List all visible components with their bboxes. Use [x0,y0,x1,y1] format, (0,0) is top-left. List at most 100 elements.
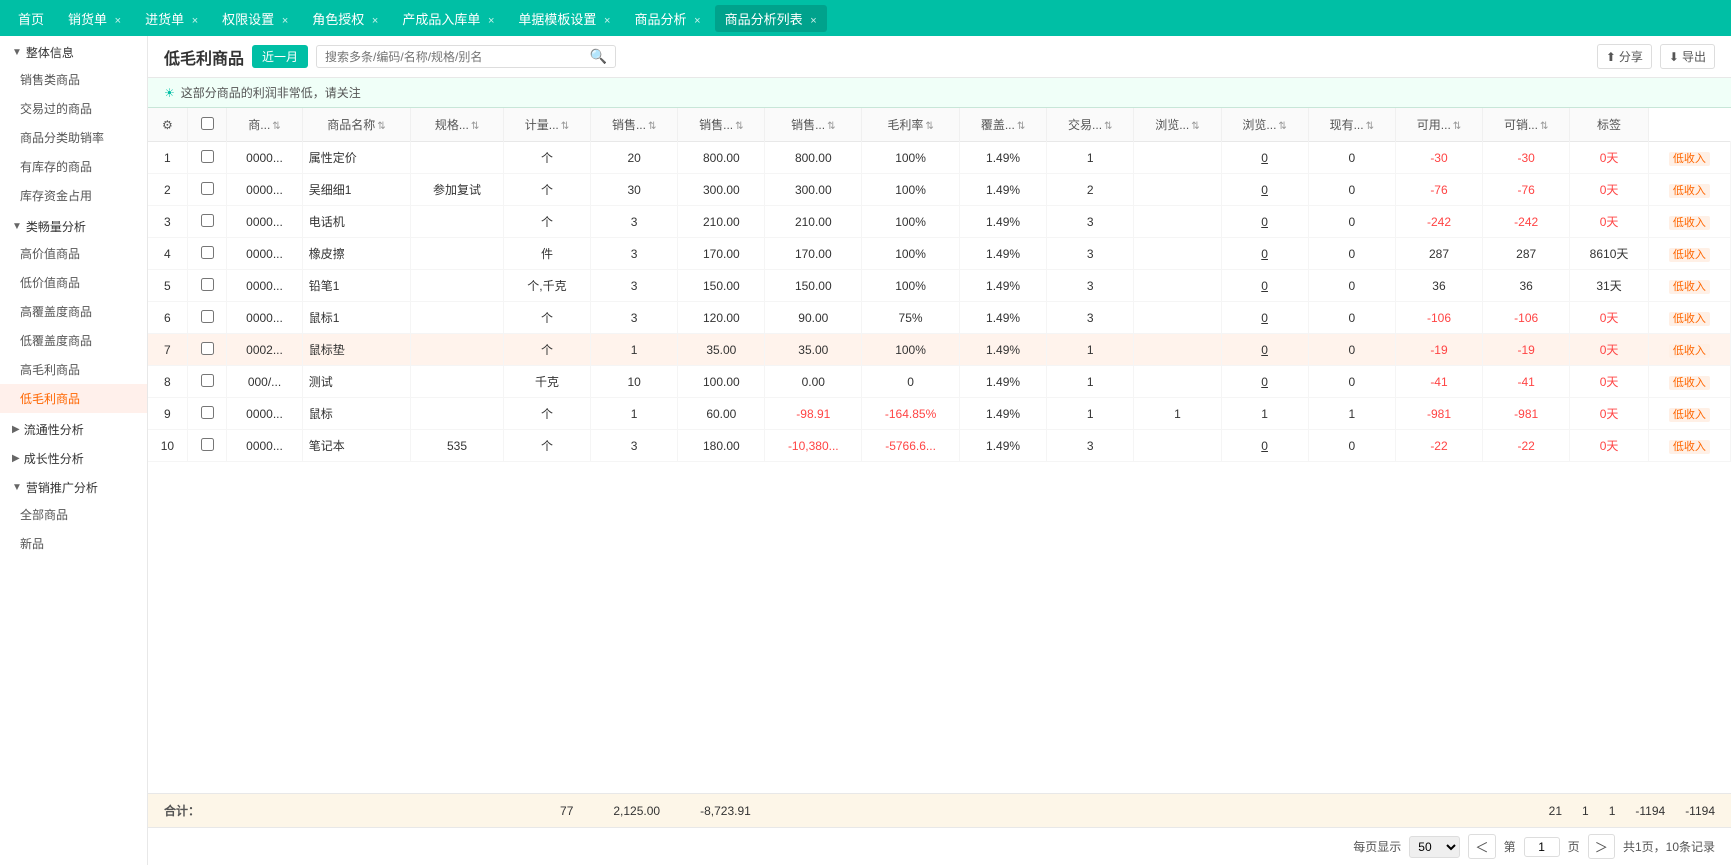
col-browse2[interactable]: 浏览...⇅ [1221,108,1308,142]
col-coverage[interactable]: 覆盖...⇅ [959,108,1046,142]
col-spec[interactable]: 规格...⇅ [411,108,504,142]
row-checkbox[interactable] [201,310,214,323]
cell-saleable: 0天 [1570,206,1649,238]
select-all-checkbox[interactable] [201,117,214,130]
footer-price: 2,125.00 [613,804,660,818]
nav-close-purchase[interactable]: × [192,15,198,27]
row-checkbox[interactable] [201,342,214,355]
col-name[interactable]: 商品名称⇅ [302,108,410,142]
sidebar-item-new-goods[interactable]: 新品 [0,529,147,558]
sidebar-section-type-analysis[interactable]: ▼ 类畅量分析 [0,210,147,239]
nav-template[interactable]: 单据模板设置 × [508,5,620,32]
cell-browse1[interactable]: 0 [1221,334,1308,366]
col-stock[interactable]: 现有...⇅ [1308,108,1395,142]
col-unit[interactable]: 计量...⇅ [503,108,590,142]
row-checkbox[interactable] [201,150,214,163]
col-gross-rate[interactable]: 毛利率⇅ [862,108,960,142]
row-checkbox[interactable] [201,182,214,195]
row-checkbox[interactable] [201,374,214,387]
table-row: 5 0000... 铅笔1 个,千克 3 150.00 150.00 100% … [148,270,1731,302]
cell-browse1[interactable]: 0 [1221,302,1308,334]
cell-browse1[interactable]: 0 [1221,430,1308,462]
nav-purchase[interactable]: 进货单 × [135,5,208,32]
nav-product-stock[interactable]: 产成品入库单 × [392,5,504,32]
cell-gross: 1.49% [959,238,1046,270]
cell-browse1[interactable]: 0 [1221,174,1308,206]
sidebar-item-stock-capital[interactable]: 库存资金占用 [0,181,147,210]
page-input[interactable] [1524,837,1560,857]
nav-close-permissions[interactable]: × [282,15,288,27]
sidebar-item-traded-goods[interactable]: 交易过的商品 [0,94,147,123]
nav-analysis[interactable]: 商品分析 × [624,5,710,32]
cell-tag: 低收入 [1648,206,1730,238]
sidebar-item-all-goods[interactable]: 全部商品 [0,500,147,529]
sidebar-section-overview[interactable]: ▼ 整体信息 [0,36,147,65]
row-checkbox[interactable] [201,214,214,227]
sidebar-item-high-value[interactable]: 高价值商品 [0,239,147,268]
col-code[interactable]: 商...⇅ [227,108,302,142]
nav-close-sales[interactable]: × [115,15,121,27]
col-settings[interactable]: ⚙ [148,108,187,142]
col-price[interactable]: 销售...⇅ [678,108,765,142]
nav-close-roles[interactable]: × [372,15,378,27]
sidebar-item-high-coverage[interactable]: 高覆盖度商品 [0,297,147,326]
cell-qty: 30 [591,174,678,206]
nav-analysis-list[interactable]: 商品分析列表 × [715,5,827,32]
col-checkbox-all[interactable] [187,108,226,142]
cell-checkbox[interactable] [187,174,226,206]
col-qty[interactable]: 销售...⇅ [591,108,678,142]
cell-checkbox[interactable] [187,430,226,462]
cell-browse1[interactable]: 0 [1221,142,1308,174]
export-button[interactable]: ⬇ 导出 [1660,44,1715,69]
cell-checkbox[interactable] [187,398,226,430]
search-input[interactable] [325,50,590,64]
col-trade[interactable]: 交易...⇅ [1047,108,1134,142]
filter-recent-month-btn[interactable]: 近一月 [252,45,308,68]
sidebar-item-category-rate[interactable]: 商品分类助销率 [0,123,147,152]
nav-close-product-stock[interactable]: × [488,15,494,27]
row-checkbox[interactable] [201,246,214,259]
cell-checkbox[interactable] [187,238,226,270]
cell-checkbox[interactable] [187,142,226,174]
nav-home[interactable]: 首页 [8,5,54,32]
per-page-select[interactable]: 50 100 200 [1409,836,1460,858]
cell-browse1[interactable]: 0 [1221,206,1308,238]
cell-browse1[interactable]: 0 [1221,270,1308,302]
content-area: 低毛利商品 近一月 🔍 ⬆ 分享 ⬇ 导出 ☀ 这部分商品的利润非常低，请关注 [148,36,1731,865]
col-amount[interactable]: 销售...⇅ [765,108,862,142]
nav-close-template[interactable]: × [604,15,610,27]
cell-browse1[interactable]: 0 [1221,238,1308,270]
cell-checkbox[interactable] [187,366,226,398]
cell-checkbox[interactable] [187,334,226,366]
sidebar-item-stock-goods[interactable]: 有库存的商品 [0,152,147,181]
sidebar-section-growth-analysis[interactable]: ▶ 成长性分析 [0,442,147,471]
cell-checkbox[interactable] [187,206,226,238]
prev-page-btn[interactable]: ＜ [1468,834,1495,859]
next-page-btn[interactable]: ＞ [1588,834,1615,859]
col-available[interactable]: 可用...⇅ [1395,108,1482,142]
nav-permissions[interactable]: 权限设置 × [212,5,298,32]
sidebar-item-low-coverage[interactable]: 低覆盖度商品 [0,326,147,355]
cell-coverage: 1 [1047,398,1134,430]
nav-roles[interactable]: 角色授权 × [302,5,388,32]
sidebar-item-high-gross[interactable]: 高毛利商品 [0,355,147,384]
sidebar-item-sales-goods[interactable]: 销售类商品 [0,65,147,94]
col-saleable[interactable]: 可销...⇅ [1483,108,1570,142]
sidebar-item-low-value[interactable]: 低价值商品 [0,268,147,297]
row-checkbox[interactable] [201,438,214,451]
cell-browse1[interactable]: 0 [1221,366,1308,398]
row-checkbox[interactable] [201,406,214,419]
nav-close-analysis-list[interactable]: × [810,15,816,27]
col-browse1[interactable]: 浏览...⇅ [1134,108,1221,142]
sidebar-section-flow-analysis[interactable]: ▶ 流通性分析 [0,413,147,442]
sidebar-section-marketing-analysis[interactable]: ▼ 营销推广分析 [0,471,147,500]
nav-sales[interactable]: 销货单 × [58,5,131,32]
row-checkbox[interactable] [201,278,214,291]
sidebar-item-low-gross[interactable]: 低毛利商品 [0,384,147,413]
share-button[interactable]: ⬆ 分享 [1597,44,1652,69]
nav-close-analysis[interactable]: × [694,15,700,27]
cell-code: 000/... [227,366,302,398]
cell-checkbox[interactable] [187,270,226,302]
cell-checkbox[interactable] [187,302,226,334]
cell-tag: 低收入 [1648,334,1730,366]
